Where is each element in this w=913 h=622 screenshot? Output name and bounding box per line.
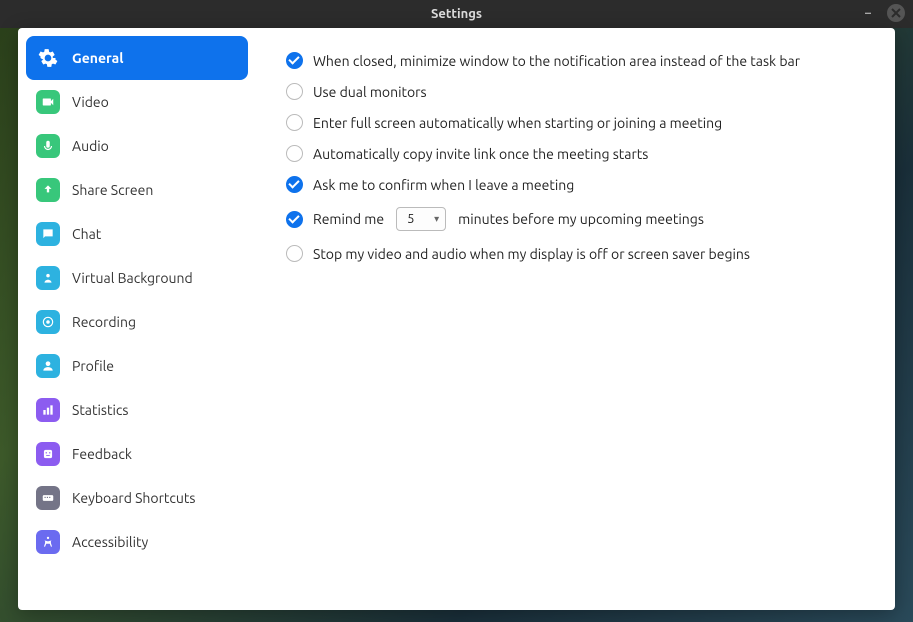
close-button[interactable] (887, 4, 905, 22)
checkbox-minimize-to-tray[interactable] (286, 52, 303, 69)
sidebar-item-label: Audio (72, 138, 109, 154)
sidebar-item-feedback[interactable]: Feedback (26, 432, 248, 476)
feedback-icon (36, 442, 60, 466)
record-icon (36, 310, 60, 334)
setting-fullscreen-on-join: Enter full screen automatically when sta… (286, 114, 865, 131)
setting-label: Use dual monitors (313, 84, 427, 100)
setting-label: Ask me to confirm when I leave a meeting (313, 177, 574, 193)
sidebar-item-label: Recording (72, 314, 136, 330)
sidebar: General Video Audio Share Screen Chat (18, 28, 256, 610)
titlebar: Settings – (0, 0, 913, 28)
sidebar-item-label: Virtual Background (72, 270, 193, 286)
setting-dual-monitors: Use dual monitors (286, 83, 865, 100)
accessibility-icon (36, 530, 60, 554)
checkbox-stop-av-on-lock[interactable] (286, 245, 303, 262)
sidebar-item-statistics[interactable]: Statistics (26, 388, 248, 432)
sidebar-item-general[interactable]: General (26, 36, 248, 80)
setting-minimize-to-tray: When closed, minimize window to the noti… (286, 52, 865, 69)
setting-remind-me: Remind me 5 minutes before my upcoming m… (286, 207, 865, 231)
checkbox-confirm-leave[interactable] (286, 176, 303, 193)
share-icon (36, 178, 60, 202)
sidebar-item-label: General (72, 50, 124, 66)
setting-label: Automatically copy invite link once the … (313, 146, 648, 162)
sidebar-item-label: Chat (72, 226, 101, 242)
sidebar-item-chat[interactable]: Chat (26, 212, 248, 256)
sidebar-item-audio[interactable]: Audio (26, 124, 248, 168)
gear-icon (36, 46, 60, 70)
minimize-button[interactable]: – (859, 4, 877, 22)
checkbox-auto-copy-invite[interactable] (286, 145, 303, 162)
setting-auto-copy-invite: Automatically copy invite link once the … (286, 145, 865, 162)
setting-label: Enter full screen automatically when sta… (313, 115, 722, 131)
video-icon (36, 90, 60, 114)
sidebar-item-label: Feedback (72, 446, 132, 462)
checkbox-remind-me[interactable] (286, 211, 303, 228)
sidebar-item-label: Statistics (72, 402, 128, 418)
setting-label-prefix: Remind me (313, 211, 384, 227)
checkbox-fullscreen-on-join[interactable] (286, 114, 303, 131)
sidebar-item-label: Video (72, 94, 109, 110)
sidebar-item-label: Profile (72, 358, 114, 374)
virtual-background-icon (36, 266, 60, 290)
audio-icon (36, 134, 60, 158)
settings-content: When closed, minimize window to the noti… (256, 28, 895, 610)
settings-window: General Video Audio Share Screen Chat (18, 28, 895, 610)
sidebar-item-virtual-background[interactable]: Virtual Background (26, 256, 248, 300)
sidebar-item-profile[interactable]: Profile (26, 344, 248, 388)
setting-label: Stop my video and audio when my display … (313, 246, 750, 262)
sidebar-item-share-screen[interactable]: Share Screen (26, 168, 248, 212)
checkbox-dual-monitors[interactable] (286, 83, 303, 100)
remind-minutes-dropdown[interactable]: 5 (396, 207, 446, 231)
window-title: Settings (431, 7, 482, 21)
stats-icon (36, 398, 60, 422)
keyboard-icon (36, 486, 60, 510)
dropdown-value: 5 (407, 212, 414, 226)
setting-label-suffix: minutes before my upcoming meetings (458, 211, 704, 227)
sidebar-item-accessibility[interactable]: Accessibility (26, 520, 248, 564)
chat-icon (36, 222, 60, 246)
setting-label: When closed, minimize window to the noti… (313, 53, 800, 69)
window-controls: – (859, 4, 905, 22)
sidebar-item-recording[interactable]: Recording (26, 300, 248, 344)
sidebar-item-label: Accessibility (72, 534, 148, 550)
sidebar-item-video[interactable]: Video (26, 80, 248, 124)
sidebar-item-keyboard-shortcuts[interactable]: Keyboard Shortcuts (26, 476, 248, 520)
profile-icon (36, 354, 60, 378)
sidebar-item-label: Keyboard Shortcuts (72, 490, 195, 506)
setting-stop-av-on-lock: Stop my video and audio when my display … (286, 245, 865, 262)
setting-confirm-leave: Ask me to confirm when I leave a meeting (286, 176, 865, 193)
sidebar-item-label: Share Screen (72, 182, 153, 198)
